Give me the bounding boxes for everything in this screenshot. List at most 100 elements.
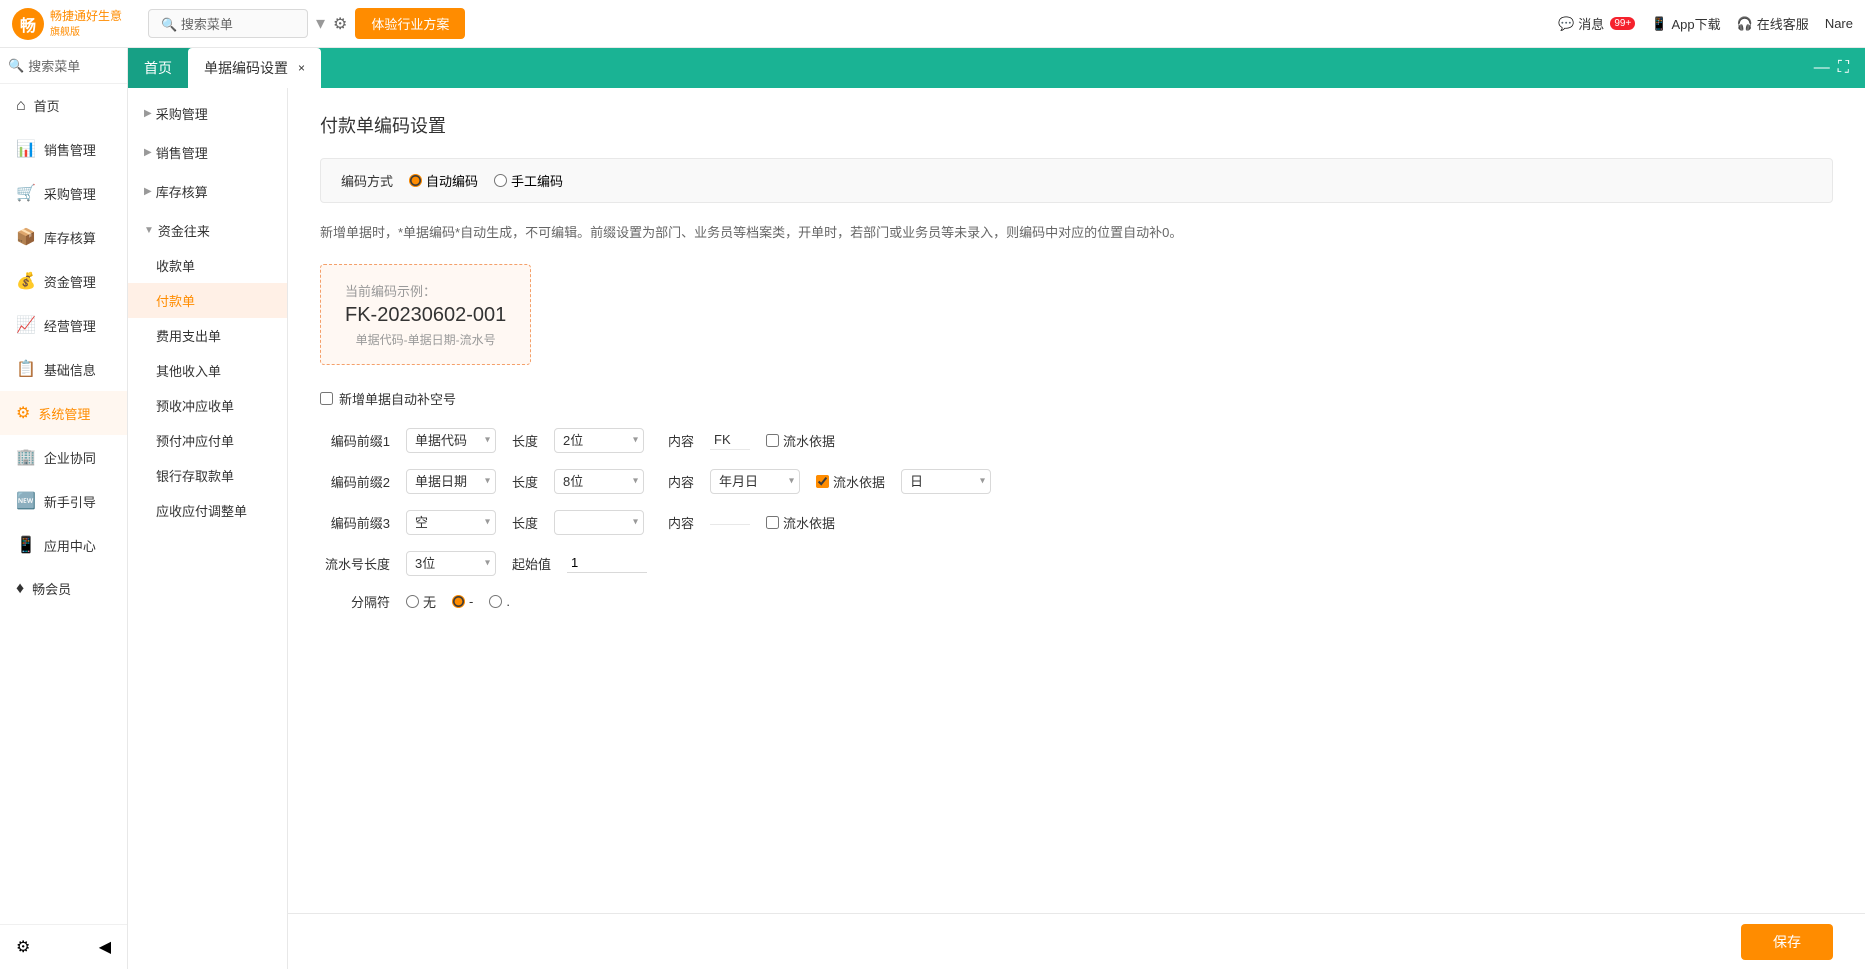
sub-menu-group-capital: ▼ 资金往来 收款单 付款单 费用支出单 其他收入单 预收冲应收单 预付冲应付单… [128,213,287,528]
sidebar-item-basic[interactable]: 📋 基础信息 [0,347,127,391]
sub-menu-capital-label: 资金往来 [158,221,210,240]
flow-check-3[interactable]: 流水依据 [766,513,835,532]
length1-select[interactable]: 2位 4位 6位 8位 [554,428,644,453]
content2-select-wrapper: 年月日 年月 年 ▾ [710,469,800,494]
sidebar-item-inventory[interactable]: 📦 库存核算 [0,215,127,259]
radio-group: 自动编码 手工编码 [409,171,563,190]
tabbar-expand-icon[interactable]: ⛶ [1838,59,1849,77]
radio-manual[interactable]: 手工编码 [494,171,563,190]
length3-select[interactable]: 2位 4位 [554,510,644,535]
sidebar-item-app[interactable]: 📱 应用中心 [0,523,127,567]
sub-menu-item-expense[interactable]: 费用支出单 [128,318,287,353]
flow-period-select[interactable]: 日 月 年 [901,469,991,494]
sidebar-item-finance[interactable]: 💰 资金管理 [0,259,127,303]
sub-menu-item-payment[interactable]: 付款单 [128,283,287,318]
sub-menu-sales-title[interactable]: ▶ 销售管理 [128,135,287,170]
tab-close-icon[interactable]: × [298,61,305,75]
serial-select-wrapper: 2位 3位 4位 5位 ▾ [406,551,496,576]
sep-dash-input[interactable] [452,595,465,608]
tab-active-label: 单据编码设置 [204,58,288,78]
start-label: 起始值 [512,554,551,573]
sub-menu-group-purchase: ▶ 采购管理 [128,96,287,131]
trial-btn[interactable]: 体验行业方案 [355,8,465,39]
search-menu-btn[interactable]: 🔍 搜索菜单 [148,9,308,38]
flow-check-2[interactable]: 流水依据 [816,472,885,491]
dropdown-icon[interactable]: ▾ [316,13,325,34]
sidebar-label-member: 畅会员 [32,579,71,598]
sep-dot-radio[interactable]: . [489,594,510,609]
sub-menu-item-other-income[interactable]: 其他收入单 [128,353,287,388]
sep-none-radio[interactable]: 无 [406,592,436,611]
sep-dash-label: - [469,594,473,609]
radio-manual-input[interactable] [494,174,507,187]
sidebar-label-purchase: 采购管理 [44,184,96,203]
sub-menu-item-ap-adjust[interactable]: 应收应付调整单 [128,493,287,528]
msg-btn[interactable]: 💬 消息 99+ [1558,14,1635,33]
flow-check-1[interactable]: 流水依据 [766,431,835,450]
sidebar-item-system[interactable]: ⚙ 系统管理 [0,391,127,435]
arrow-right-icon3: ▶ [144,186,152,197]
content-label-2: 内容 [668,472,694,491]
sidebar-item-member[interactable]: ♦ 畅会员 [0,567,127,610]
search-menu-label: 搜索菜单 [181,17,233,32]
gear-icon[interactable]: ⚙ [333,14,347,34]
sep-none-input[interactable] [406,595,419,608]
length3-select-wrapper: 2位 4位 ▾ [554,510,644,535]
online-service-btn[interactable]: 🎧 在线客服 [1737,14,1809,33]
content2-select[interactable]: 年月日 年月 年 [710,469,800,494]
tab-home-label: 首页 [144,58,172,78]
logo-text: 畅捷通好生意 [50,9,122,23]
arrow-down-icon: ▼ [144,225,154,236]
sidebar-item-home[interactable]: ⌂ 首页 [0,84,127,127]
prefix3-select[interactable]: 单据代码 单据日期 空 [406,510,496,535]
sub-menu-item-bank[interactable]: 银行存取款单 [128,458,287,493]
user-profile[interactable]: Nare [1825,16,1853,31]
sub-menu-capital-title[interactable]: ▼ 资金往来 [128,213,287,248]
sidebar-label-guide: 新手引导 [44,492,96,511]
sidebar-settings-icon[interactable]: ⚙ [16,937,30,957]
radio-auto-input[interactable] [409,174,422,187]
sidebar-item-sales[interactable]: 📊 销售管理 [0,127,127,171]
prefix2-select-wrapper: 单据代码 单据日期 空 ▾ [406,469,496,494]
logo-text-block: 畅捷通好生意 旗舰版 [50,9,122,38]
sidebar-item-enterprise[interactable]: 🏢 企业协同 [0,435,127,479]
prefix1-select-wrapper: 单据代码 单据日期 空 ▾ [406,428,496,453]
member-icon: ♦ [16,580,24,598]
prefix2-select[interactable]: 单据代码 单据日期 空 [406,469,496,494]
start-value-input[interactable] [567,553,647,573]
guide-icon: 🆕 [16,491,36,511]
encoding-label: 编码方式 [341,171,393,190]
sub-menu-item-prepay-receivable[interactable]: 预收冲应收单 [128,388,287,423]
sidebar: 🔍 搜索菜单 ⌂ 首页 📊 销售管理 🛒 采购管理 📦 库存核算 💰 资金管理 … [0,48,128,969]
flow-checkbox-1[interactable] [766,434,779,447]
length2-select[interactable]: 2位 4位 6位 8位 [554,469,644,494]
save-button[interactable]: 保存 [1741,924,1833,960]
sidebar-search[interactable]: 🔍 搜索菜单 [0,48,127,84]
sep-dot-input[interactable] [489,595,502,608]
flow-checkbox-3[interactable] [766,516,779,529]
tab-home[interactable]: 首页 [128,48,188,88]
sub-menu-purchase-title[interactable]: ▶ 采购管理 [128,96,287,131]
sep-dash-radio[interactable]: - [452,594,473,609]
length1-select-wrapper: 2位 4位 6位 8位 ▾ [554,428,644,453]
sub-menu: ▶ 采购管理 ▶ 销售管理 ▶ 库存核算 [128,88,288,969]
prefix1-select[interactable]: 单据代码 单据日期 空 [406,428,496,453]
serial-select[interactable]: 2位 3位 4位 5位 [406,551,496,576]
sub-menu-item-prepay-payable[interactable]: 预付冲应付单 [128,423,287,458]
app-icon: 📱 [16,535,36,555]
sidebar-item-guide[interactable]: 🆕 新手引导 [0,479,127,523]
sub-menu-inventory-title[interactable]: ▶ 库存核算 [128,174,287,209]
app-download-btn[interactable]: 📱 App下载 [1651,14,1720,33]
sidebar-item-purchase[interactable]: 🛒 采购管理 [0,171,127,215]
preview-desc: 单据代码-单据日期-流水号 [345,331,506,348]
length-label-3: 长度 [512,513,538,532]
sidebar-item-operation[interactable]: 📈 经营管理 [0,303,127,347]
sidebar-collapse-icon[interactable]: ◀ [99,937,111,957]
flow-checkbox-2[interactable] [816,475,829,488]
sep-row: 分隔符 无 - . [320,592,1833,611]
tabbar-minimize-icon[interactable]: — [1814,59,1830,77]
auto-fill-checkbox[interactable] [320,392,333,405]
radio-auto[interactable]: 自动编码 [409,171,478,190]
tab-encoding-settings[interactable]: 单据编码设置 × [188,48,321,88]
sub-menu-item-receipt[interactable]: 收款单 [128,248,287,283]
